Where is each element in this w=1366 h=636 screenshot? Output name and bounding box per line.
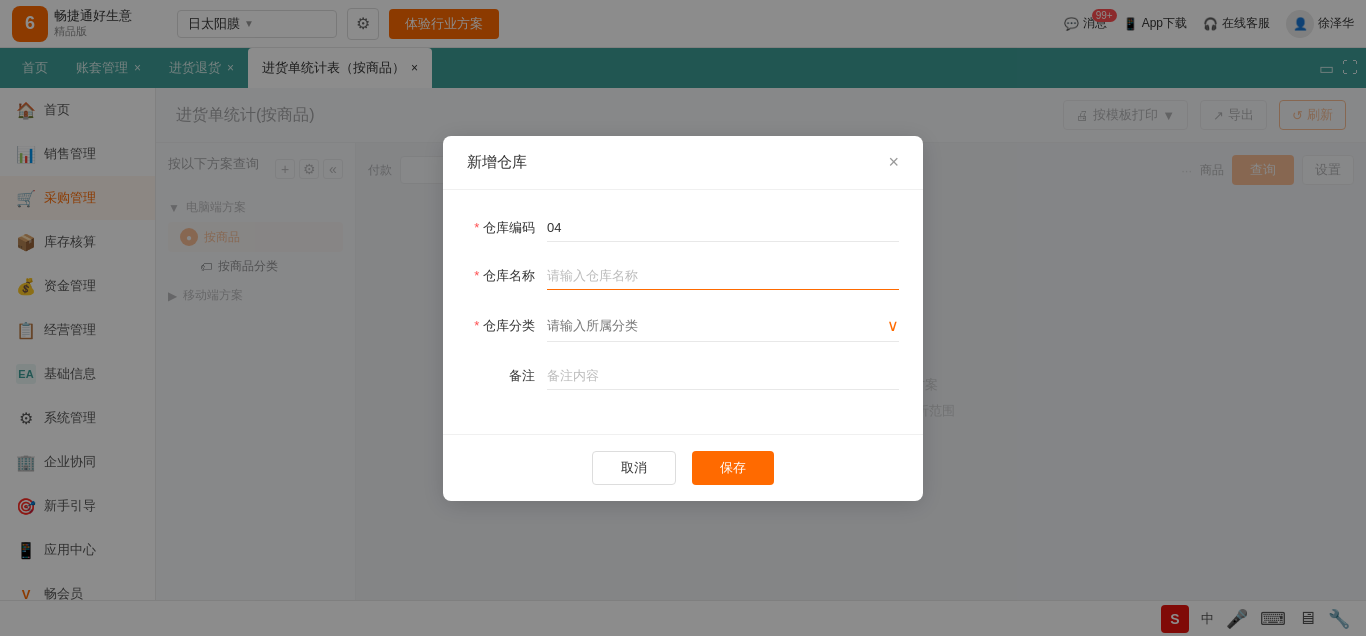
category-select-wrapper: ∨ [547,310,899,342]
modal-title: 新增仓库 [467,153,527,172]
form-row-remark: 备注 [467,362,899,390]
category-dropdown-arrow: ∨ [887,316,899,335]
new-warehouse-modal: 新增仓库 × * 仓库编码 * 仓库名称 [443,136,923,501]
name-required-mark: * [474,268,479,283]
code-label: * 仓库编码 [467,219,547,237]
remark-label: 备注 [467,367,547,385]
name-label: * 仓库名称 [467,267,547,285]
category-required-mark: * [474,318,479,333]
modal-footer: 取消 保存 [443,434,923,501]
category-label: * 仓库分类 [467,317,547,335]
modal-body: * 仓库编码 * 仓库名称 * 仓库分类 [443,190,923,434]
warehouse-code-input[interactable] [547,214,899,242]
modal-overlay: 新增仓库 × * 仓库编码 * 仓库名称 [0,0,1366,636]
form-row-category: * 仓库分类 ∨ [467,310,899,342]
modal-header: 新增仓库 × [443,136,923,190]
category-select-input[interactable] [547,318,887,333]
form-row-name: * 仓库名称 [467,262,899,290]
warehouse-name-input[interactable] [547,262,899,290]
save-button[interactable]: 保存 [692,451,774,485]
form-row-code: * 仓库编码 [467,214,899,242]
modal-close-button[interactable]: × [888,152,899,173]
code-required-mark: * [474,220,479,235]
cancel-button[interactable]: 取消 [592,451,676,485]
remark-input[interactable] [547,362,899,390]
